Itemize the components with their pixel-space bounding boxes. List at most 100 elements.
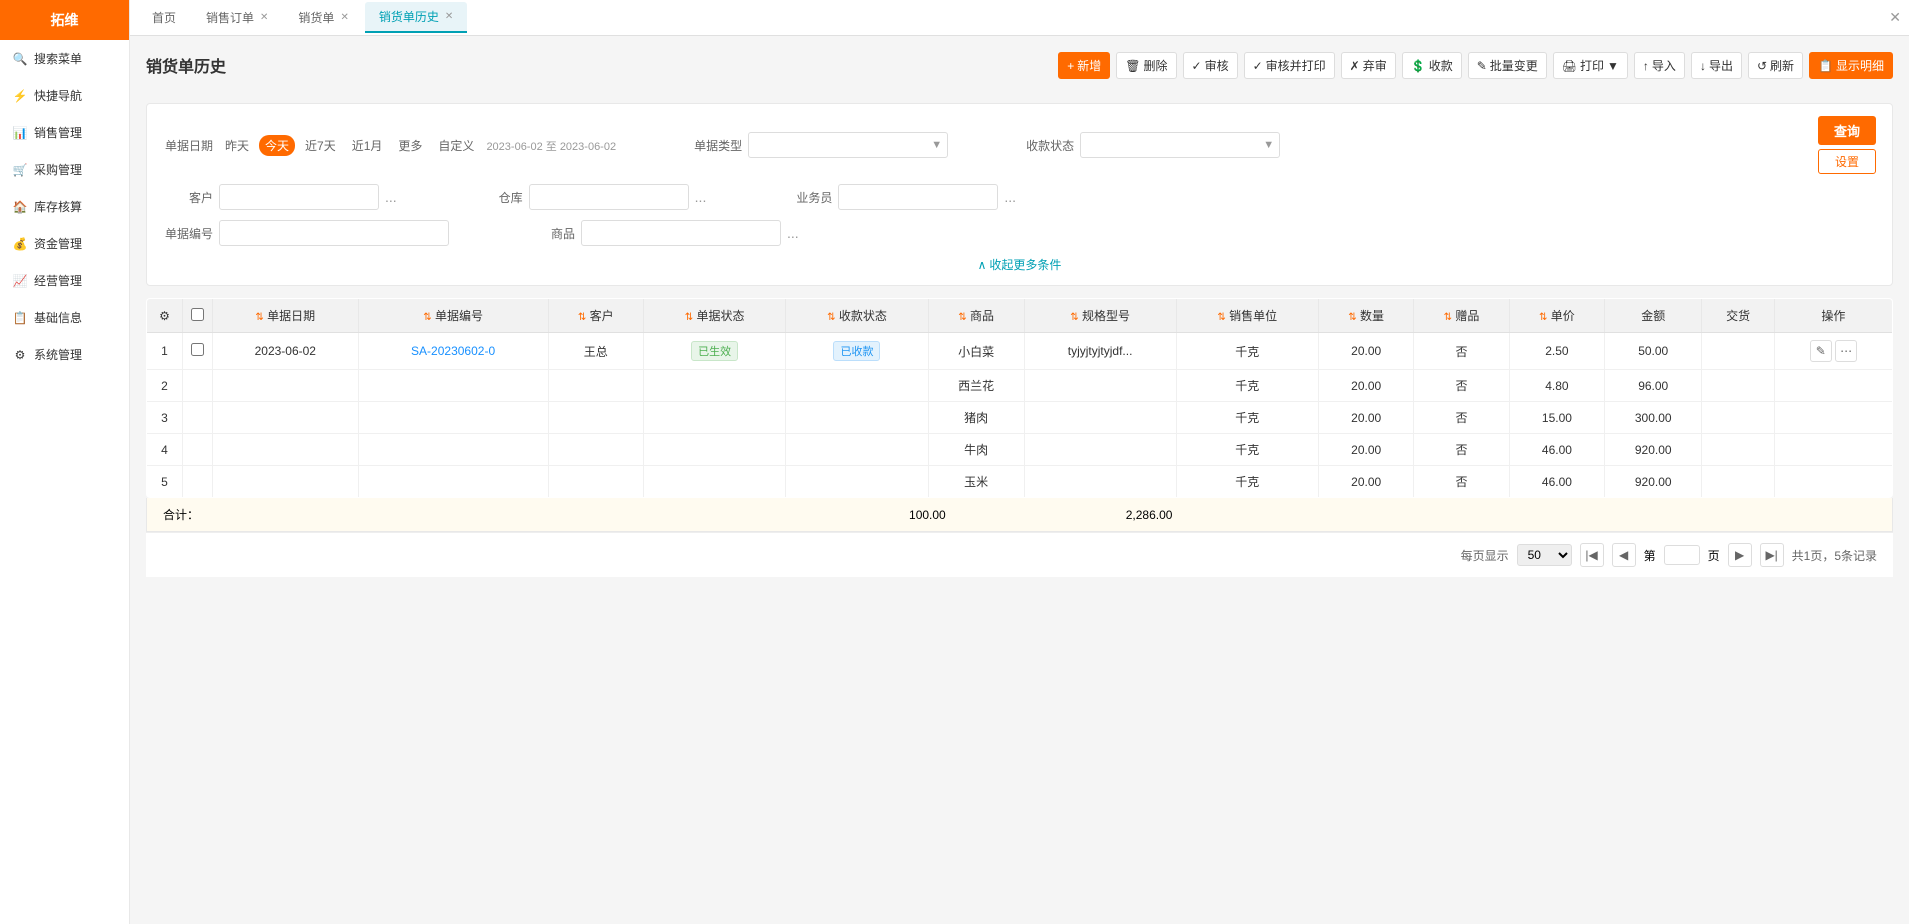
page-size-select[interactable]: 50 100 200 <box>1517 544 1572 566</box>
tab-sales-invoice[interactable]: 销货单 ✕ <box>284 3 362 32</box>
row-gift: 否 <box>1414 466 1509 498</box>
collect-button[interactable]: 💲 收款 <box>1402 52 1462 79</box>
date-label: 单据日期 <box>163 137 213 154</box>
tab-close-sales-order[interactable]: ✕ <box>260 12 268 23</box>
doc-no-input[interactable] <box>219 220 449 246</box>
row-payment-status: 已收款 <box>786 333 928 370</box>
collapse-button[interactable]: ∧ 收起更多条件 <box>978 256 1062 273</box>
shortcut-more[interactable]: 更多 <box>392 135 428 156</box>
sidebar-item-label: 基础信息 <box>34 309 82 326</box>
import-button[interactable]: ↑ 导入 <box>1634 52 1685 79</box>
show-detail-button[interactable]: 📋 显示明细 <box>1809 52 1893 79</box>
query-button[interactable]: 查询 <box>1818 116 1876 145</box>
col-settings[interactable]: ⚙ <box>147 299 183 333</box>
row-customer <box>548 466 643 498</box>
prev-page-button[interactable]: ◀ <box>1612 543 1636 567</box>
refresh-button[interactable]: ↺ 刷新 <box>1748 52 1803 79</box>
doc-no-label: 单据编号 <box>163 225 213 242</box>
col-doc-status[interactable]: ⇅ 单据状态 <box>643 299 785 333</box>
row-payment-status <box>786 370 928 402</box>
more-action-button[interactable]: ⋯ <box>1835 340 1857 362</box>
filter-goods: 商品 ... <box>525 220 799 246</box>
row-spec-type <box>1024 434 1176 466</box>
edit-action-button[interactable]: ✎ <box>1810 340 1832 362</box>
shortcut-custom[interactable]: 自定义 <box>432 135 480 156</box>
shortcut-today[interactable]: 今天 <box>259 135 295 156</box>
abandon-button[interactable]: ✗ 弃审 <box>1341 52 1396 79</box>
tab-sales-order[interactable]: 销售订单 ✕ <box>192 3 282 32</box>
payment-status-input[interactable] <box>1080 132 1280 158</box>
row-gift: 否 <box>1414 333 1509 370</box>
sidebar-item-basic-info[interactable]: 📋 基础信息 <box>0 299 129 336</box>
row-doc-status <box>643 370 785 402</box>
doc-type-input[interactable] <box>748 132 948 158</box>
page-number-input[interactable]: 1 <box>1664 545 1700 565</box>
print-button[interactable]: 🖨 打印 ▼ <box>1553 52 1628 79</box>
tab-close-sales-history[interactable]: ✕ <box>445 11 453 22</box>
pagination: 每页显示 50 100 200 |◀ ◀ 第 1 页 ▶ ▶| 共1页，5条记录 <box>146 532 1893 577</box>
sort-icon: ⇅ <box>1348 312 1356 323</box>
add-button[interactable]: + 新增 <box>1058 52 1110 79</box>
tab-sales-history[interactable]: 销货单历史 ✕ <box>365 2 467 33</box>
row-quantity: 20.00 <box>1318 434 1413 466</box>
page-size-label: 每页显示 <box>1461 547 1509 564</box>
goods-picker-icon[interactable]: ... <box>787 225 799 241</box>
col-quantity[interactable]: ⇅ 数量 <box>1318 299 1413 333</box>
sidebar-item-inventory[interactable]: 🏠 库存核算 <box>0 188 129 225</box>
row-checkbox[interactable] <box>191 343 204 356</box>
warehouse-picker-icon[interactable]: ... <box>695 189 707 205</box>
col-spec-type[interactable]: ⇅ 规格型号 <box>1024 299 1176 333</box>
row-unit-price: 4.80 <box>1509 370 1604 402</box>
goods-label: 商品 <box>525 225 575 242</box>
row-doc-date <box>213 402 359 434</box>
col-gift[interactable]: ⇅ 赠品 <box>1414 299 1509 333</box>
page-content: 销货单历史 + 新增 🗑 删除 ✓ 审核 ✓ 审核并打印 <box>130 36 1909 924</box>
col-goods[interactable]: ⇅ 商品 <box>928 299 1024 333</box>
tab-home[interactable]: 首页 <box>138 3 190 32</box>
search-icon: 🔍 <box>12 51 28 67</box>
sidebar-item-system[interactable]: ⚙ 系统管理 <box>0 336 129 373</box>
export-button[interactable]: ↓ 导出 <box>1691 52 1742 79</box>
audit-button[interactable]: ✓ 审核 <box>1183 52 1238 79</box>
shortcut-1month[interactable]: 近1月 <box>346 135 389 156</box>
setting-button[interactable]: 设置 <box>1818 149 1876 174</box>
sidebar-logo: 拓维 <box>0 0 129 40</box>
customer-picker-icon[interactable]: ... <box>385 189 397 205</box>
last-page-button[interactable]: ▶| <box>1760 543 1784 567</box>
row-amount: 920.00 <box>1605 434 1702 466</box>
row-gift: 否 <box>1414 370 1509 402</box>
row-unit-price: 2.50 <box>1509 333 1604 370</box>
select-all-checkbox[interactable] <box>191 308 204 321</box>
sidebar-item-sales-mgmt[interactable]: 📊 销售管理 <box>0 114 129 151</box>
goods-input[interactable] <box>581 220 781 246</box>
sidebar-item-search-menu[interactable]: 🔍 搜索菜单 <box>0 40 129 77</box>
sidebar-item-capital[interactable]: 💰 资金管理 <box>0 225 129 262</box>
customer-input[interactable] <box>219 184 379 210</box>
sidebar-item-purchase-mgmt[interactable]: 🛒 采购管理 <box>0 151 129 188</box>
col-doc-date[interactable]: ⇅ 单据日期 <box>213 299 359 333</box>
sidebar-item-quick-nav[interactable]: ⚡ 快捷导航 <box>0 77 129 114</box>
close-all-tabs-icon[interactable]: ✕ <box>1889 9 1901 26</box>
payment-status-label: 收款状态 <box>1024 137 1074 154</box>
delete-button[interactable]: 🗑 删除 <box>1116 52 1176 79</box>
capital-icon: 💰 <box>12 236 28 252</box>
first-page-button[interactable]: |◀ <box>1580 543 1604 567</box>
shortcut-7days[interactable]: 近7天 <box>299 135 342 156</box>
audit-print-button[interactable]: ✓ 审核并打印 <box>1244 52 1335 79</box>
row-checkbox-cell <box>183 434 213 466</box>
doc-type-dropdown-icon: ▼ <box>931 139 942 151</box>
next-page-button[interactable]: ▶ <box>1728 543 1752 567</box>
tab-close-sales-invoice[interactable]: ✕ <box>340 12 348 23</box>
row-doc-date <box>213 370 359 402</box>
staff-input[interactable] <box>838 184 998 210</box>
shortcut-yesterday[interactable]: 昨天 <box>219 135 255 156</box>
col-unit[interactable]: ⇅ 销售单位 <box>1176 299 1318 333</box>
col-unit-price[interactable]: ⇅ 单价 <box>1509 299 1604 333</box>
col-doc-no[interactable]: ⇅ 单据编号 <box>358 299 548 333</box>
batch-change-button[interactable]: ✎ 批量变更 <box>1468 52 1547 79</box>
col-payment-status[interactable]: ⇅ 收款状态 <box>786 299 928 333</box>
col-customer[interactable]: ⇅ 客户 <box>548 299 643 333</box>
sidebar-item-operations[interactable]: 📈 经营管理 <box>0 262 129 299</box>
staff-picker-icon[interactable]: ... <box>1004 189 1016 205</box>
warehouse-input[interactable] <box>529 184 689 210</box>
